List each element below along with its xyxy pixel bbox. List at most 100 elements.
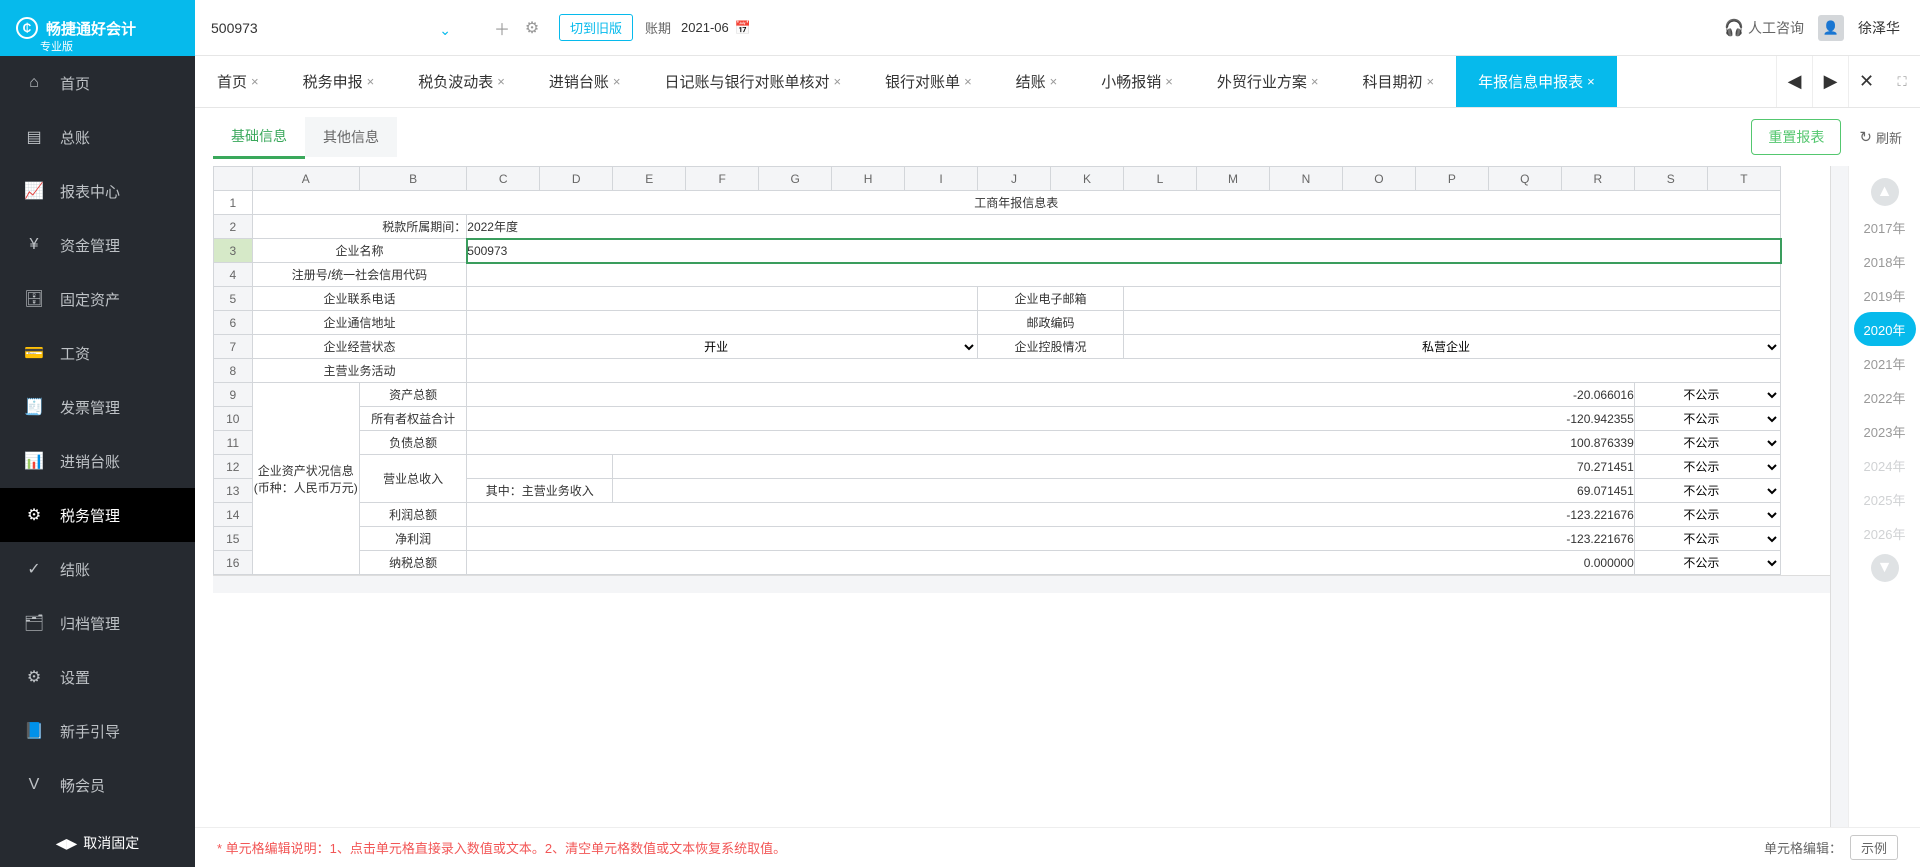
asset-val-15[interactable]: -123.221676 <box>467 527 1635 551</box>
email-cell[interactable] <box>1124 287 1781 311</box>
rowhdr-8[interactable]: 8 <box>214 359 253 383</box>
tab-close[interactable]: × <box>1165 74 1173 89</box>
rowhdr-3[interactable]: 3 <box>214 239 253 263</box>
col-G[interactable]: G <box>759 167 832 191</box>
year-up-button[interactable]: ▲ <box>1871 178 1899 206</box>
sub-empty[interactable] <box>467 455 613 479</box>
rowhdr-5[interactable]: 5 <box>214 287 253 311</box>
consult-button[interactable]: 🎧 人工咨询 <box>1724 18 1804 38</box>
rowhdr-2[interactable]: 2 <box>214 215 253 239</box>
period-year[interactable]: 2022年度 <box>467 215 1781 239</box>
rowhdr-10[interactable]: 10 <box>214 407 253 431</box>
rowhdr-4[interactable]: 4 <box>214 263 253 287</box>
tab-4[interactable]: 日记账与银行对账单核对× <box>642 56 863 107</box>
user-avatar[interactable]: 👤 <box>1818 15 1844 41</box>
reset-report-button[interactable]: 重置报表 <box>1751 119 1841 155</box>
post-cell[interactable] <box>1124 311 1781 335</box>
rowhdr-1[interactable]: 1 <box>214 191 253 215</box>
pub-select-16[interactable]: 不公示 <box>1634 551 1780 575</box>
pub-select-9[interactable]: 不公示 <box>1634 383 1780 407</box>
pub-select-10[interactable]: 不公示 <box>1634 407 1780 431</box>
tab-close[interactable]: × <box>1050 74 1058 89</box>
col-D[interactable]: D <box>540 167 613 191</box>
tab-scroll-left[interactable]: ◀ <box>1776 56 1812 107</box>
col-F[interactable]: F <box>686 167 759 191</box>
tab-close[interactable]: × <box>251 74 259 89</box>
sidebar-item-2[interactable]: 📈报表中心 <box>0 164 195 218</box>
tab-close[interactable]: × <box>833 74 841 89</box>
status-select[interactable]: 开业 <box>467 335 978 359</box>
year-2019年[interactable]: 2019年 <box>1854 278 1916 312</box>
sidebar-item-7[interactable]: 📊进销台账 <box>0 434 195 488</box>
tab-close[interactable]: × <box>1311 74 1319 89</box>
year-2022年[interactable]: 2022年 <box>1854 380 1916 414</box>
asset-val-9[interactable]: -20.066016 <box>467 383 1635 407</box>
sidebar-item-11[interactable]: ⚙设置 <box>0 650 195 704</box>
sidebar-item-3[interactable]: ¥资金管理 <box>0 218 195 272</box>
rowhdr-13[interactable]: 13 <box>214 479 253 503</box>
col-S[interactable]: S <box>1634 167 1707 191</box>
sidebar-item-9[interactable]: ✓结账 <box>0 542 195 596</box>
calendar-icon[interactable]: 📅 <box>735 20 751 36</box>
period-value[interactable]: 2021-06 <box>681 20 729 35</box>
tab-close[interactable]: × <box>367 74 375 89</box>
col-Q[interactable]: Q <box>1488 167 1561 191</box>
year-2018年[interactable]: 2018年 <box>1854 244 1916 278</box>
subtab-basic[interactable]: 基础信息 <box>213 116 305 159</box>
subtab-other[interactable]: 其他信息 <box>305 117 397 157</box>
col-N[interactable]: N <box>1269 167 1342 191</box>
user-name[interactable]: 徐泽华 <box>1858 18 1900 38</box>
col-H[interactable]: H <box>832 167 905 191</box>
tab-2[interactable]: 税负波动表× <box>396 56 527 107</box>
rowhdr-15[interactable]: 15 <box>214 527 253 551</box>
credit-cell[interactable] <box>467 263 1781 287</box>
asset-val-13[interactable]: 69.071451 <box>613 479 1635 503</box>
refresh-button[interactable]: ↻ 刷新 <box>1859 128 1902 147</box>
sidebar-item-6[interactable]: 🧾发票管理 <box>0 380 195 434</box>
asset-val-11[interactable]: 100.876339 <box>467 431 1635 455</box>
year-2017年[interactable]: 2017年 <box>1854 210 1916 244</box>
rowhdr-12[interactable]: 12 <box>214 455 253 479</box>
tab-7[interactable]: 小畅报销× <box>1079 56 1195 107</box>
company-settings-button[interactable]: ⚙ <box>517 13 547 43</box>
year-down-button[interactable]: ▼ <box>1871 554 1899 582</box>
col-K[interactable]: K <box>1051 167 1124 191</box>
rowhdr-7[interactable]: 7 <box>214 335 253 359</box>
rowhdr-6[interactable]: 6 <box>214 311 253 335</box>
sidebar-item-5[interactable]: 💳工资 <box>0 326 195 380</box>
col-E[interactable]: E <box>613 167 686 191</box>
tab-3[interactable]: 进销台账× <box>527 56 643 107</box>
sidebar-item-0[interactable]: ⌂首页 <box>0 56 195 110</box>
tab-5[interactable]: 银行对账单× <box>863 56 994 107</box>
rowhdr-9[interactable]: 9 <box>214 383 253 407</box>
year-2021年[interactable]: 2021年 <box>1854 346 1916 380</box>
col-R[interactable]: R <box>1561 167 1634 191</box>
vertical-scrollbar[interactable] <box>1830 166 1848 827</box>
rowhdr-11[interactable]: 11 <box>214 431 253 455</box>
pub-select-13[interactable]: 不公示 <box>1634 479 1780 503</box>
col-T[interactable]: T <box>1707 167 1780 191</box>
pub-select-15[interactable]: 不公示 <box>1634 527 1780 551</box>
ctrl-select[interactable]: 私营企业 <box>1124 335 1781 359</box>
phone-cell[interactable] <box>467 287 978 311</box>
tab-close[interactable]: × <box>497 74 505 89</box>
tab-1[interactable]: 税务申报× <box>281 56 397 107</box>
col-L[interactable]: L <box>1124 167 1197 191</box>
sidebar-item-1[interactable]: ▤总账 <box>0 110 195 164</box>
col-M[interactable]: M <box>1196 167 1269 191</box>
tab-10[interactable]: 年报信息申报表× <box>1456 56 1617 107</box>
col-B[interactable]: B <box>359 167 466 191</box>
col-O[interactable]: O <box>1342 167 1415 191</box>
tab-close[interactable]: × <box>1427 74 1435 89</box>
tab-close[interactable]: × <box>964 74 972 89</box>
rowhdr-16[interactable]: 16 <box>214 551 253 575</box>
tab-6[interactable]: 结账× <box>994 56 1080 107</box>
year-2023年[interactable]: 2023年 <box>1854 414 1916 448</box>
mainbiz-cell[interactable] <box>467 359 1781 383</box>
tab-0[interactable]: 首页 × <box>195 56 281 107</box>
sidebar-item-4[interactable]: 🗄固定资产 <box>0 272 195 326</box>
sidebar-item-12[interactable]: 📘新手引导 <box>0 704 195 758</box>
rowhdr-14[interactable]: 14 <box>214 503 253 527</box>
sheet-corner[interactable] <box>214 167 253 191</box>
tab-9[interactable]: 科目期初× <box>1340 56 1456 107</box>
